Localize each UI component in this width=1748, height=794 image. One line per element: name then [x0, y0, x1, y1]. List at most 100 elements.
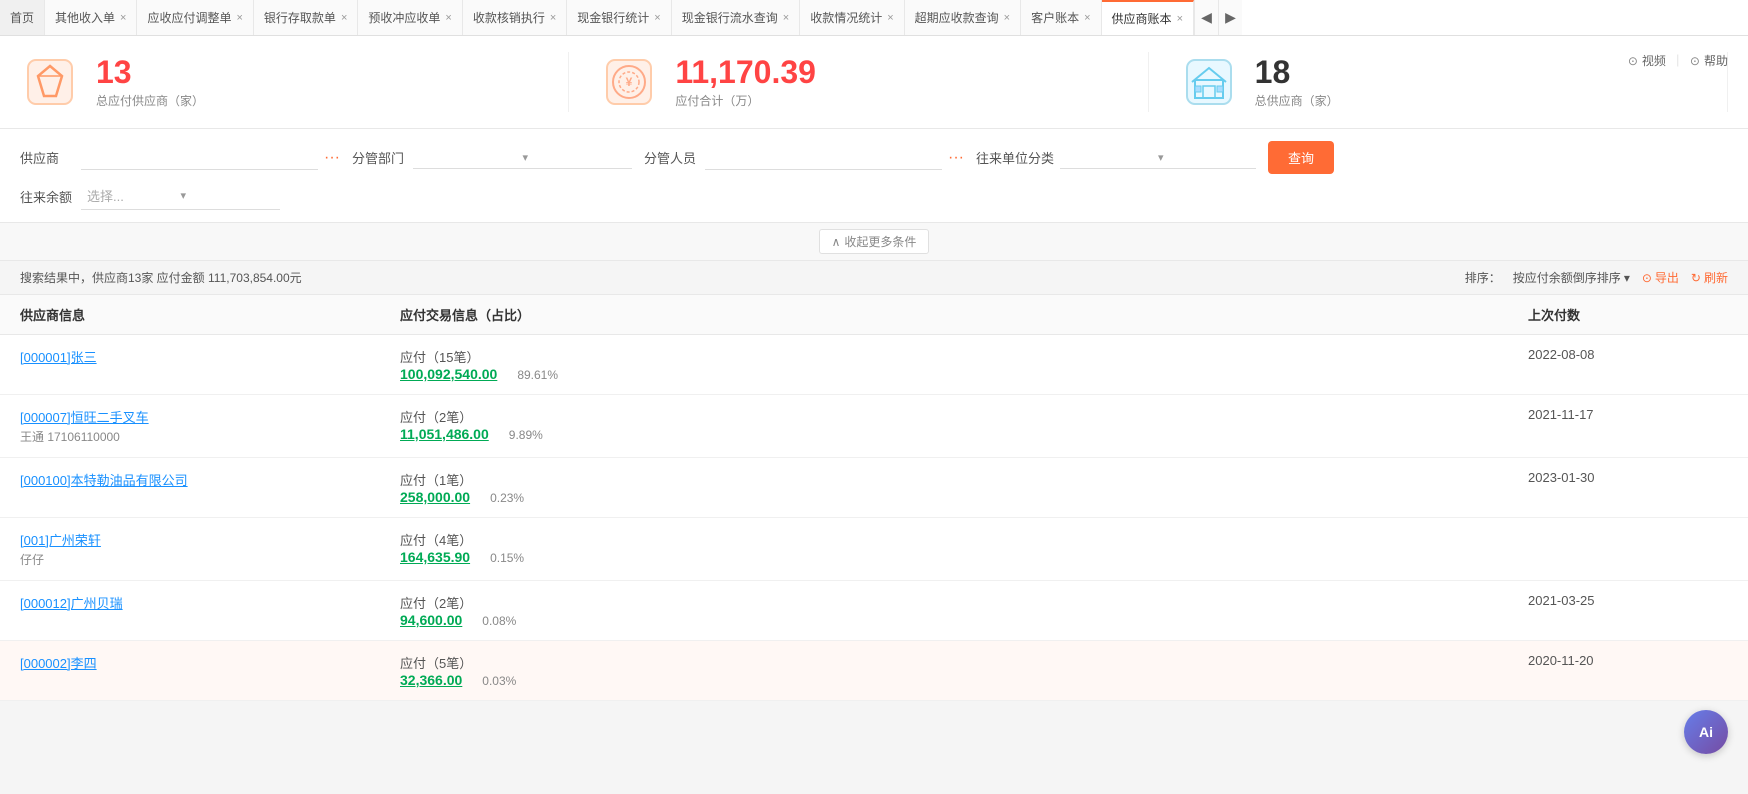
refresh-button[interactable]: ↻ 刷新	[1691, 269, 1728, 286]
transaction-cell-3: 应付（4笔） 164,635.90 0.15%	[400, 530, 1528, 565]
main-table: 供应商信息 应付交易信息（占比） 上次付数 [000001]张三 应付（15笔）…	[0, 295, 1748, 701]
last-pay-cell-2: 2023-01-30	[1528, 470, 1728, 485]
balance-select[interactable]: 选择... ▾	[81, 182, 280, 210]
filter-row-2: 往来余额 选择... ▾	[20, 182, 1728, 210]
nav-tab-9[interactable]: 超期应收款查询 ×	[905, 0, 1021, 35]
sort-label: 排序：	[1465, 269, 1501, 286]
nav-tab-10-label: 客户账本	[1031, 9, 1079, 26]
balance-label: 往来余额	[20, 187, 75, 206]
amount-link-1[interactable]: 11,051,486.00	[400, 426, 489, 442]
amount-link-3[interactable]: 164,635.90	[400, 549, 470, 565]
category-select[interactable]: ▾	[1060, 147, 1256, 169]
close-icon[interactable]: ×	[1004, 12, 1010, 24]
top-nav: 首页 其他收入单 × 应收应付调整单 × 银行存取款单 × 预收冲应收单 × 收…	[0, 0, 1748, 36]
table-header: 供应商信息 应付交易信息（占比） 上次付数	[0, 295, 1748, 335]
collapse-button[interactable]: ∧ 收起更多条件	[819, 229, 930, 254]
nav-tab-8[interactable]: 收款情况统计 ×	[800, 0, 904, 35]
transaction-cell-4: 应付（2笔） 94,600.00 0.08%	[400, 593, 1528, 628]
more-dots-icon[interactable]: ···	[324, 149, 340, 167]
nav-tab-5[interactable]: 收款核销执行 ×	[463, 0, 567, 35]
dept-select[interactable]: ▾	[413, 147, 632, 169]
nav-tab-1[interactable]: 其他收入单 ×	[45, 0, 137, 35]
collapse-label: 收起更多条件	[844, 233, 916, 250]
export-icon: ⊙	[1642, 271, 1652, 285]
close-icon[interactable]: ×	[1084, 12, 1090, 24]
query-button[interactable]: 查询	[1268, 141, 1334, 174]
circle-icon-2: ⊙	[1690, 54, 1700, 68]
close-icon[interactable]: ×	[445, 12, 451, 24]
close-icon[interactable]: ×	[783, 12, 789, 24]
help-link[interactable]: 帮助	[1704, 52, 1728, 69]
nav-tab-6-label: 现金银行统计	[577, 9, 649, 26]
table-row: [000002]李四 应付（5笔） 32,366.00 0.03% 2020-1…	[0, 641, 1748, 701]
supplier-link-2[interactable]: [000100]本特勒油品有限公司	[20, 470, 400, 489]
person-input[interactable]	[705, 146, 942, 170]
person-label: 分管人员	[644, 148, 699, 167]
nav-tab-4[interactable]: 预收冲应收单 ×	[358, 0, 462, 35]
summary-card-suppliers: 13 总应付供应商（家）	[20, 52, 569, 112]
total-payable-amount: 11,170.39	[675, 56, 816, 88]
filter-category: 往来单位分类 ▾	[976, 147, 1256, 169]
supplier-link-1[interactable]: [000007]恒旺二手叉车	[20, 407, 400, 426]
close-icon[interactable]: ×	[341, 12, 347, 24]
close-icon[interactable]: ×	[550, 12, 556, 24]
table-row: [001]广州荣轩 仔仔 应付（4笔） 164,635.90 0.15%	[0, 518, 1748, 581]
chevron-down-icon: ▾	[523, 151, 627, 164]
amount-link-5[interactable]: 32,366.00	[400, 672, 462, 688]
ai-button[interactable]: Ai	[1684, 710, 1728, 754]
supplier-link-0[interactable]: [000001]张三	[20, 347, 400, 366]
last-pay-cell-5: 2020-11-20	[1528, 653, 1728, 668]
nav-tab-6[interactable]: 现金银行统计 ×	[567, 0, 671, 35]
nav-scroll-right[interactable]: ▶	[1218, 0, 1242, 35]
nav-tab-3[interactable]: 银行存取款单 ×	[254, 0, 358, 35]
nav-tab-2[interactable]: 应收应付调整单 ×	[137, 0, 253, 35]
dept-label: 分管部门	[352, 148, 407, 167]
nav-tab-7[interactable]: 现金银行流水查询 ×	[672, 0, 800, 35]
shop-icon	[1179, 52, 1239, 112]
table-row: [000100]本特勒油品有限公司 应付（1笔） 258,000.00 0.23…	[0, 458, 1748, 518]
last-pay-cell-4: 2021-03-25	[1528, 593, 1728, 608]
close-icon[interactable]: ×	[236, 12, 242, 24]
supplier-cell-1: [000007]恒旺二手叉车 王通 17106110000	[20, 407, 400, 445]
card-content-1: 13 总应付供应商（家）	[96, 56, 204, 109]
nav-scroll-left[interactable]: ◀	[1194, 0, 1218, 35]
svg-text:¥: ¥	[626, 75, 633, 89]
sort-dropdown[interactable]: 按应付余额倒序排序 ▾	[1513, 269, 1630, 286]
nav-tab-10[interactable]: 客户账本 ×	[1021, 0, 1101, 35]
chevron-down-icon-2: ▾	[1158, 151, 1250, 164]
supplier-input[interactable]	[81, 146, 318, 170]
filter-row-1: 供应商 ··· 分管部门 ▾ 分管人员 ··· 往来单位分类 ▾ 查询	[20, 141, 1728, 174]
video-link[interactable]: 视频	[1642, 52, 1666, 69]
close-icon[interactable]: ×	[1177, 13, 1183, 25]
card-content-3: 18 总供应商（家）	[1255, 56, 1339, 109]
result-summary-text: 搜索结果中，供应商13家 应付金额 111,703,854.00元	[20, 269, 302, 286]
amount-link-0[interactable]: 100,092,540.00	[400, 366, 497, 382]
category-label: 往来单位分类	[976, 148, 1054, 167]
nav-tab-4-label: 预收冲应收单	[368, 9, 440, 26]
transaction-cell-2: 应付（1笔） 258,000.00 0.23%	[400, 470, 1528, 505]
nav-tab-5-label: 收款核销执行	[473, 9, 545, 26]
supplier-cell-3: [001]广州荣轩 仔仔	[20, 530, 400, 568]
collapse-bar: ∧ 收起更多条件	[0, 223, 1748, 261]
nav-tab-8-label: 收款情况统计	[810, 9, 882, 26]
nav-tab-home-label: 首页	[10, 9, 34, 26]
close-icon[interactable]: ×	[654, 12, 660, 24]
nav-tab-9-label: 超期应收款查询	[915, 9, 999, 26]
close-icon[interactable]: ×	[887, 12, 893, 24]
chevron-down-icon-3: ▾	[181, 189, 275, 202]
col-header-transaction: 应付交易信息（占比）	[400, 305, 1528, 324]
nav-tab-11[interactable]: 供应商账本 ×	[1102, 0, 1194, 35]
close-icon[interactable]: ×	[120, 12, 126, 24]
more-dots-icon-2[interactable]: ···	[948, 149, 964, 167]
card-label-1: 总应付供应商（家）	[96, 92, 204, 109]
bag-icon: ¥	[599, 52, 659, 112]
export-button[interactable]: ⊙ 导出	[1642, 269, 1679, 286]
amount-link-4[interactable]: 94,600.00	[400, 612, 462, 628]
supplier-link-3[interactable]: [001]广州荣轩	[20, 530, 400, 549]
supplier-link-5[interactable]: [000002]李四	[20, 653, 400, 672]
filter-person: 分管人员 ···	[644, 146, 964, 170]
total-suppliers: 18	[1255, 56, 1339, 88]
supplier-link-4[interactable]: [000012]广州贝瑞	[20, 593, 400, 612]
amount-link-2[interactable]: 258,000.00	[400, 489, 470, 505]
nav-tab-home[interactable]: 首页	[0, 0, 45, 35]
